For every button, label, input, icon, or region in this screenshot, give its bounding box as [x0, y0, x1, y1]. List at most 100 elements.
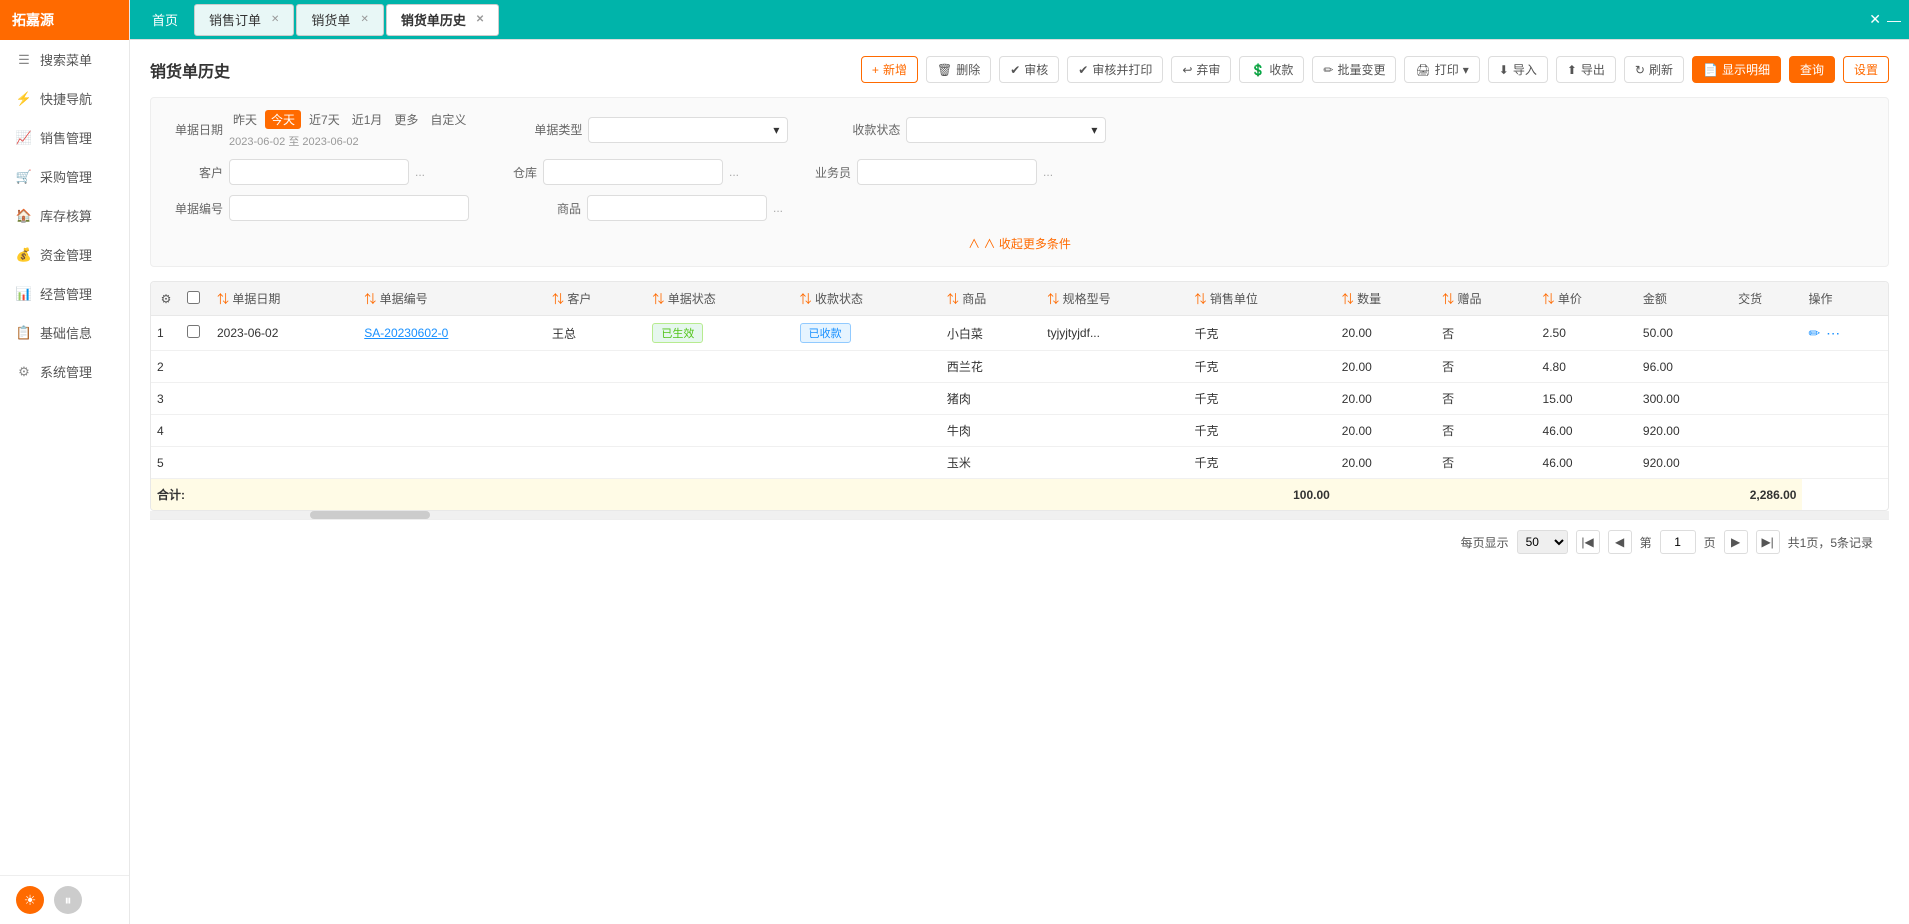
import-button[interactable]: ⬇ 导入 [1488, 56, 1548, 83]
batch-change-button[interactable]: ✏ 批量变更 [1312, 56, 1396, 83]
doc-no-input[interactable] [229, 195, 469, 221]
col-checkbox[interactable] [181, 282, 211, 316]
last-page-button[interactable]: ▶| [1756, 530, 1780, 554]
export-button[interactable]: ⬆ 导出 [1556, 56, 1616, 83]
doc-no-link[interactable]: SA-20230602-0 [364, 326, 448, 340]
tab-home[interactable]: 首页 [138, 4, 192, 36]
collect-status-select[interactable]: ▾ [906, 117, 1106, 143]
row-checkbox[interactable] [187, 325, 200, 338]
customer-input[interactable] [229, 159, 409, 185]
col-doc-no-icon[interactable]: ⇅ [364, 292, 376, 306]
col-unit-icon[interactable]: ⇅ [1195, 292, 1207, 306]
cell-goods: 小白菜 [941, 316, 1041, 351]
shortcut-yesterday[interactable]: 昨天 [229, 110, 261, 129]
col-date-icon[interactable]: ⇅ [217, 292, 229, 306]
settings-button[interactable]: 设置 [1843, 56, 1889, 83]
tab-sales-order[interactable]: 销售订单 ✕ [194, 4, 294, 36]
base-info-icon: 📋 [16, 325, 32, 341]
cell-price: 46.00 [1537, 415, 1637, 447]
tab-sales-order-close[interactable]: ✕ [271, 14, 279, 25]
col-qty-icon[interactable]: ⇅ [1342, 292, 1354, 306]
delete-button[interactable]: 🗑 删除 [926, 56, 991, 83]
sidebar-item-sales-mgmt[interactable]: 📈 销售管理 [0, 118, 129, 157]
col-spec-icon[interactable]: ⇅ [1047, 292, 1059, 306]
next-page-button[interactable]: ▶ [1724, 530, 1748, 554]
edit-action-icon[interactable]: ✏ [1808, 325, 1820, 342]
goods-ellipsis[interactable]: ... [773, 201, 783, 215]
cell-customer [546, 447, 646, 479]
cell-amount: 300.00 [1637, 383, 1732, 415]
sidebar-item-finance-mgmt[interactable]: 💰 资金管理 [0, 235, 129, 274]
shortcut-more[interactable]: 更多 [390, 110, 422, 129]
page-number-input[interactable] [1660, 530, 1696, 554]
warehouse-ellipsis[interactable]: ... [729, 165, 739, 179]
shortcut-today[interactable]: 今天 [265, 110, 301, 129]
staff-ellipsis[interactable]: ... [1043, 165, 1053, 179]
sidebar-item-label: 搜索菜单 [40, 50, 92, 69]
staff-label: 业务员 [795, 164, 851, 181]
cell-checkbox[interactable] [181, 447, 211, 479]
per-page-select[interactable]: 20 50 100 200 [1517, 530, 1568, 554]
query-button[interactable]: 查询 [1789, 56, 1835, 83]
tab-area-close[interactable]: ✕ [1869, 11, 1881, 28]
customer-ellipsis[interactable]: ... [415, 165, 425, 179]
tab-sales-history[interactable]: 销货单历史 ✕ [386, 4, 499, 36]
cell-checkbox[interactable] [181, 415, 211, 447]
shortcut-custom[interactable]: 自定义 [426, 110, 470, 129]
tab-sales-goods[interactable]: 销货单 ✕ [296, 4, 383, 36]
cell-checkbox[interactable] [181, 351, 211, 383]
col-gift-icon[interactable]: ⇅ [1442, 292, 1454, 306]
sidebar-bottom-btn2[interactable]: ⏸ [54, 886, 82, 914]
sidebar-item-sys-mgmt[interactable]: ⚙ 系统管理 [0, 352, 129, 391]
sidebar-item-quick-nav[interactable]: ⚡ 快捷导航 [0, 79, 129, 118]
cell-doc-no [358, 351, 546, 383]
shortcut-1month[interactable]: 近1月 [348, 110, 387, 129]
tab-sales-history-close[interactable]: ✕ [476, 14, 484, 25]
staff-input[interactable] [857, 159, 1037, 185]
col-amount-label: 金额 [1643, 292, 1667, 306]
sidebar-item-ops-mgmt[interactable]: 📊 经营管理 [0, 274, 129, 313]
sidebar-item-inventory[interactable]: 🏠 库存核算 [0, 196, 129, 235]
sidebar-item-base-info[interactable]: 📋 基础信息 [0, 313, 129, 352]
print-button[interactable]: 🖨 打印 ▾ [1404, 56, 1479, 83]
tab-sales-goods-close[interactable]: ✕ [360, 14, 368, 25]
col-settings[interactable]: ⚙ [151, 282, 181, 316]
add-button[interactable]: + 新增 [861, 56, 918, 83]
sidebar-item-search-menu[interactable]: ☰ 搜索菜单 [0, 40, 129, 79]
sidebar-item-purchase-mgmt[interactable]: 🛒 采购管理 [0, 157, 129, 196]
show-detail-button[interactable]: 📄 显示明细 [1692, 56, 1781, 83]
cell-goods: 猪肉 [941, 383, 1041, 415]
first-page-button[interactable]: |◀ [1576, 530, 1600, 554]
tab-area-minimize[interactable]: — [1887, 12, 1901, 28]
sidebar-bottom-btn1[interactable]: ☀ [16, 886, 44, 914]
shortcut-7days[interactable]: 近7天 [305, 110, 344, 129]
cell-qty: 20.00 [1336, 415, 1436, 447]
export-icon: ⬆ [1567, 63, 1577, 77]
goods-input[interactable] [587, 195, 767, 221]
doc-type-select[interactable]: ▾ [588, 117, 788, 143]
audit-print-button[interactable]: ✔ 审核并打印 [1067, 56, 1163, 83]
cell-checkbox[interactable] [181, 383, 211, 415]
collect-button[interactable]: 💲 收款 [1239, 56, 1304, 83]
prev-page-button[interactable]: ◀ [1608, 530, 1632, 554]
scrollbar-area[interactable] [150, 511, 1889, 519]
col-collect-status-icon[interactable]: ⇅ [800, 292, 812, 306]
select-all-checkbox[interactable] [187, 291, 200, 304]
cell-price: 46.00 [1537, 447, 1637, 479]
col-date: ⇅ 单据日期 [211, 282, 358, 316]
audit-button[interactable]: ✔ 审核 [999, 56, 1059, 83]
col-goods-icon[interactable]: ⇅ [947, 292, 959, 306]
collapse-row[interactable]: ∧ ∧ 收起更多条件 [167, 231, 1872, 254]
refresh-button[interactable]: ↻ 刷新 [1624, 56, 1684, 83]
sidebar-item-label: 库存核算 [40, 206, 92, 225]
abandon-button[interactable]: ↩ 弃审 [1171, 56, 1231, 83]
cell-date [211, 351, 358, 383]
more-action-icon[interactable]: ⋯ [1826, 325, 1840, 342]
warehouse-input[interactable] [543, 159, 723, 185]
col-doc-status-icon[interactable]: ⇅ [652, 292, 664, 306]
table-settings-icon[interactable]: ⚙ [161, 292, 172, 306]
scrollbar-thumb[interactable] [310, 511, 430, 519]
col-price-icon[interactable]: ⇅ [1543, 292, 1555, 306]
col-customer-icon[interactable]: ⇅ [552, 292, 564, 306]
cell-checkbox[interactable] [181, 316, 211, 351]
